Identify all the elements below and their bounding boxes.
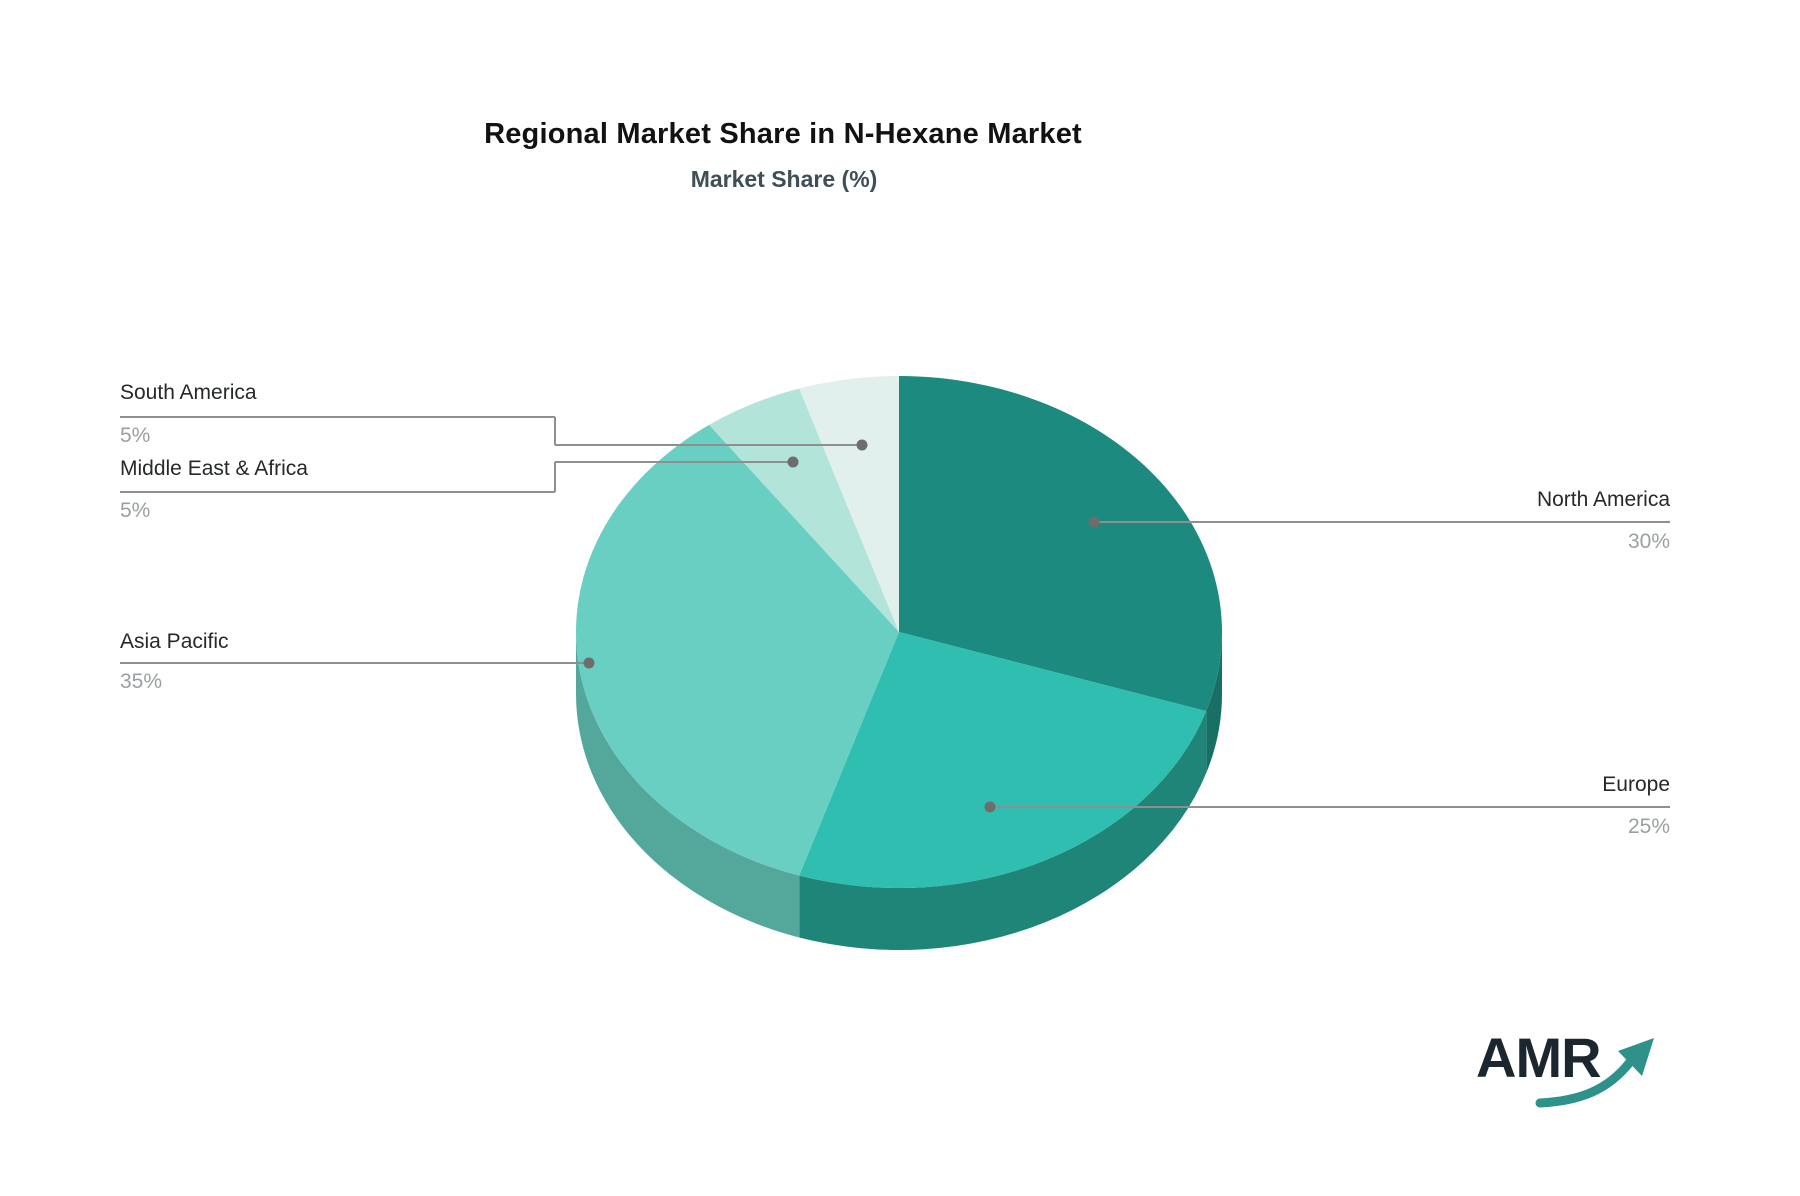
slice-pct-north-america: 30%: [1627, 530, 1670, 553]
slice-pct-asia-pacific: 35%: [120, 670, 163, 693]
amr-logo: AMR: [1476, 1030, 1676, 1120]
amr-logo-arrow-icon: [1535, 1038, 1654, 1108]
callout-dot-south-america: [856, 439, 868, 451]
callout-dot-asia-pacific: [583, 657, 595, 669]
slice-pct-middle-east-africa: 5%: [120, 499, 151, 522]
slice-label-europe: Europe: [1602, 773, 1670, 796]
pie-chart: [120, 376, 1670, 950]
slice-label-north-america: North America: [1536, 488, 1670, 511]
slice-label-middle-east-africa: Middle East & Africa: [120, 457, 308, 480]
callout-dot-middle-east-africa: [787, 456, 799, 468]
slice-pct-south-america: 5%: [120, 424, 151, 447]
callout-dot-north-america: [1088, 516, 1100, 528]
slice-pct-europe: 25%: [1627, 815, 1670, 838]
chart-canvas: Regional Market Share in N-Hexane Market…: [0, 0, 1800, 1196]
slice-label-south-america: South America: [120, 381, 257, 404]
callout-dot-europe: [984, 801, 996, 813]
slice-label-asia-pacific: Asia Pacific: [120, 630, 229, 653]
